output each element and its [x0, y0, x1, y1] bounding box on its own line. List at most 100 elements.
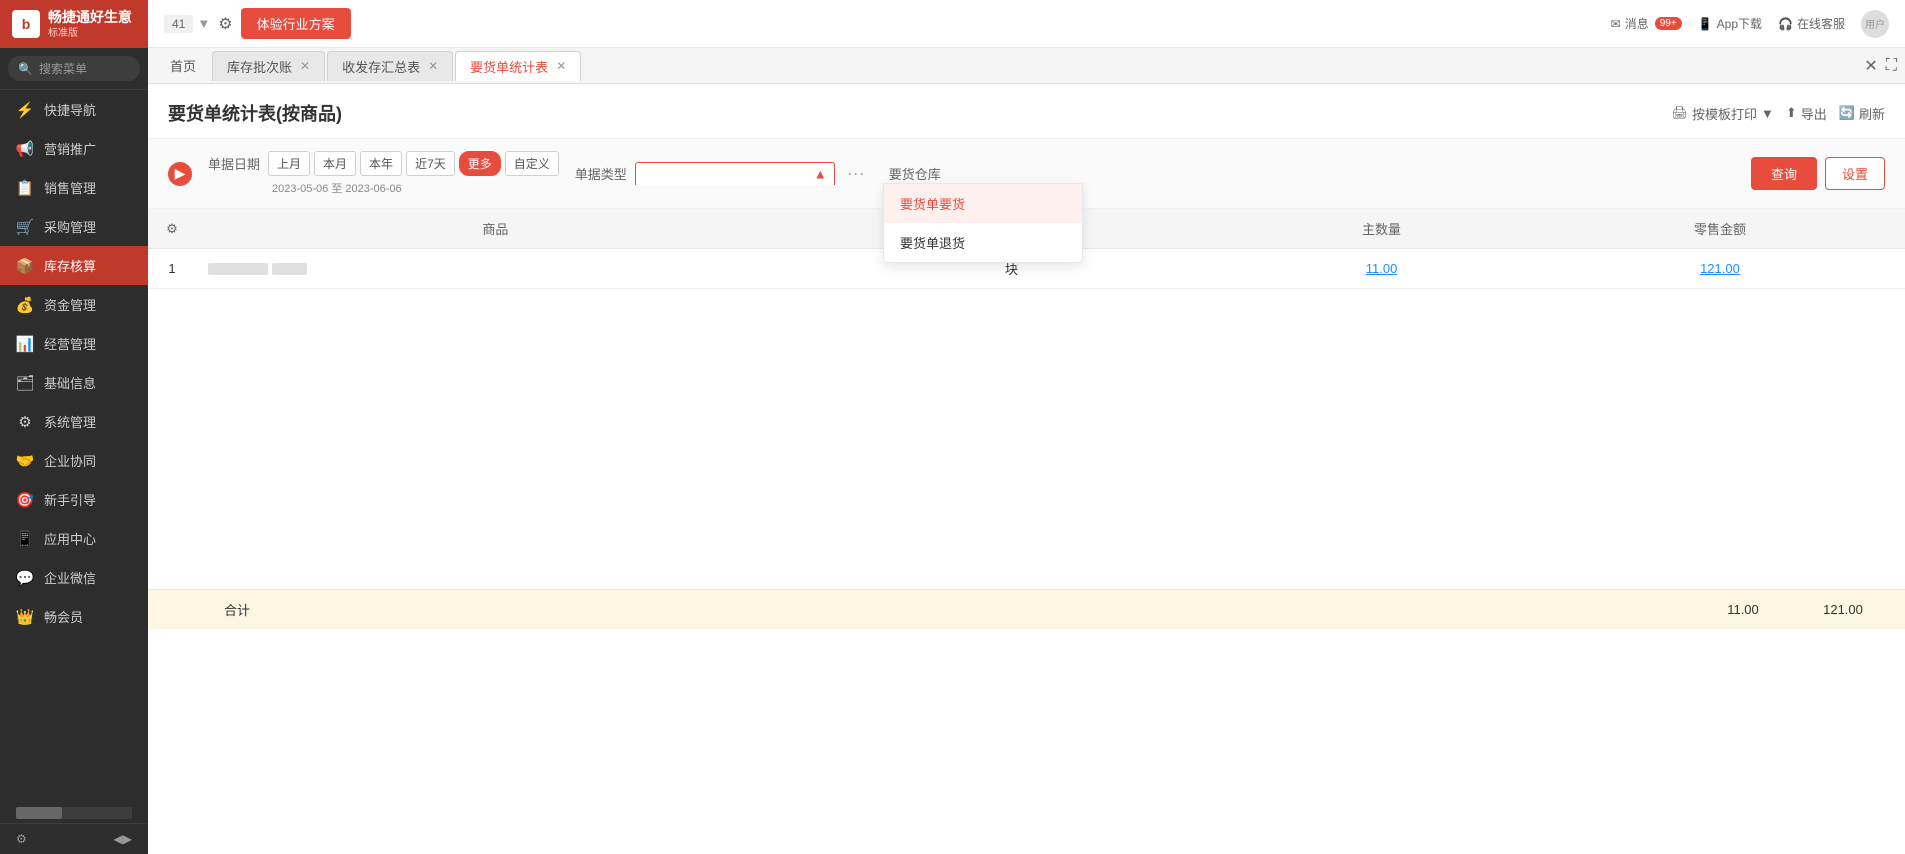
chevron-down-icon: ▼ [197, 16, 210, 31]
service-icon: 🎧 [1778, 17, 1793, 31]
app-download-action[interactable]: 📱 App下载 [1698, 15, 1762, 32]
export-icon: ⬆ [1786, 105, 1797, 121]
sidebar-item-finance[interactable]: 💰 资金管理 [0, 285, 148, 324]
warehouse-input[interactable] [949, 162, 1109, 186]
sidebar-search-btn[interactable]: 🔍 搜索菜单 [8, 56, 140, 81]
query-btn[interactable]: 查询 [1751, 157, 1817, 190]
sidebar-item-sales[interactable]: 📋 销售管理 [0, 168, 148, 207]
sidebar-item-label: 基础信息 [44, 373, 96, 392]
sidebar-item-basic[interactable]: 🗂 基础信息 [0, 363, 148, 402]
online-service-label: 在线客服 [1797, 15, 1845, 32]
print-template-btn[interactable]: 🖨 按模板打印 ▼ [1671, 104, 1773, 123]
app-logo: b [12, 10, 40, 38]
tabbar: 首页 库存批次账 ✕ 收发存汇总表 ✕ 要货单统计表 ✕ ✕ ⛶ [148, 48, 1905, 84]
sidebar-item-marketing[interactable]: 📢 营销推广 [0, 129, 148, 168]
enterprise-icon: 🤝 [16, 452, 34, 470]
type-more-icon[interactable]: ··· [847, 163, 865, 184]
sidebar-item-wechat[interactable]: 💬 企业微信 [0, 558, 148, 597]
industry-btn[interactable]: 体验行业方案 [241, 8, 351, 39]
tab-inventory-batch[interactable]: 库存批次账 ✕ [212, 51, 325, 81]
type-filter-group: 单据类型 ▲ ··· [575, 162, 865, 185]
online-service-action[interactable]: 🎧 在线客服 [1778, 15, 1845, 32]
tab-recv-summary-label: 收发存汇总表 [342, 57, 420, 76]
date-btn-this-month[interactable]: 本月 [314, 151, 356, 176]
type-label: 单据类型 [575, 164, 627, 183]
refresh-label: 刷新 [1859, 104, 1885, 123]
date-btn-this-year[interactable]: 本年 [360, 151, 402, 176]
search-icon: 🔍 [18, 62, 33, 76]
tab-recv-summary[interactable]: 收发存汇总表 ✕ [327, 51, 453, 81]
message-icon: ✉ [1611, 17, 1621, 31]
export-btn[interactable]: ⬆ 导出 [1786, 104, 1827, 123]
sidebar-item-member[interactable]: 👑 畅会员 [0, 597, 148, 636]
messages-badge: 99+ [1655, 17, 1682, 30]
sidebar-item-quick-nav[interactable]: ⚡ 快捷导航 [0, 90, 148, 129]
collapse-icon[interactable]: ◀▶ [114, 832, 132, 846]
guide-icon: 🎯 [16, 491, 34, 509]
sidebar-item-system[interactable]: ⚙ 系统管理 [0, 402, 148, 441]
type-input[interactable] [635, 162, 835, 185]
sidebar-item-appstore[interactable]: 📱 应用中心 [0, 519, 148, 558]
tab-order-stats[interactable]: 要货单统计表 ✕ [455, 51, 581, 81]
sidebar-item-label: 畅会员 [44, 607, 83, 626]
print-label: 按模板打印 [1692, 104, 1757, 123]
sidebar-item-guide[interactable]: 🎯 新手引导 [0, 480, 148, 519]
tab-inventory-batch-label: 库存批次账 [227, 57, 292, 76]
tab-close-btn[interactable]: ✕ [1864, 56, 1877, 76]
col-settings-icon[interactable]: ⚙ [166, 221, 178, 236]
tab-expand-btn[interactable]: ⛶ [1886, 56, 1897, 76]
topbar-settings-icon[interactable]: ⚙ [218, 14, 232, 34]
topbar-left: 41 ▼ ⚙ 体验行业方案 [164, 8, 1599, 39]
sidebar-item-label: 营销推广 [44, 139, 96, 158]
sidebar-item-label: 企业微信 [44, 568, 96, 587]
refresh-btn[interactable]: 🔄 刷新 [1839, 104, 1885, 123]
print-icon: 🖨 [1671, 105, 1688, 121]
date-btn-custom[interactable]: 自定义 [505, 151, 559, 176]
col-settings[interactable]: ⚙ [148, 209, 196, 249]
col-product: 商品 [196, 209, 795, 249]
quick-nav-icon: ⚡ [16, 101, 34, 119]
sidebar-search-container[interactable]: 🔍 搜索菜单 [0, 48, 148, 90]
tab-order-stats-close[interactable]: ✕ [556, 59, 566, 73]
tab-inventory-batch-close[interactable]: ✕ [300, 59, 310, 73]
col-qty: 主数量 [1228, 209, 1535, 249]
sidebar-item-label: 经营管理 [44, 334, 96, 353]
settings-btn[interactable]: 设置 [1825, 157, 1885, 190]
app-title: 畅捷通好生意 标准版 [48, 8, 132, 39]
date-btn-7days[interactable]: 近7天 [406, 151, 455, 176]
date-label: 单据日期 [208, 154, 260, 173]
settings-icon[interactable]: ⚙ [16, 832, 27, 846]
appstore-icon: 📱 [16, 530, 34, 548]
cell-product [196, 249, 795, 289]
sidebar-item-label: 销售管理 [44, 178, 96, 197]
date-shortcuts: 上月 本月 本年 近7天 更多 自定义 [268, 151, 559, 176]
sidebar-item-inventory[interactable]: 📦 库存核算 [0, 246, 148, 285]
filter-expand-btn[interactable]: ▶ [168, 162, 192, 186]
dropdown-item-order-return[interactable]: 要货单退货 [884, 223, 1082, 262]
sidebar-item-label: 采购管理 [44, 217, 96, 236]
tab-home[interactable]: 首页 [156, 51, 210, 81]
sidebar-item-operation[interactable]: 📊 经营管理 [0, 324, 148, 363]
page-header: 要货单统计表(按商品) 🖨 按模板打印 ▼ ⬆ 导出 🔄 刷新 [148, 84, 1905, 139]
basic-icon: 🗂 [16, 374, 34, 392]
wechat-icon: 💬 [16, 569, 34, 587]
date-btn-more[interactable]: 更多 [459, 151, 501, 176]
sidebar-item-purchase[interactable]: 🛒 采购管理 [0, 207, 148, 246]
print-expand-icon: ▼ [1761, 106, 1774, 121]
sidebar-item-enterprise[interactable]: 🤝 企业协同 [0, 441, 148, 480]
sidebar: b 畅捷通好生意 标准版 🔍 搜索菜单 ⚡ 快捷导航 📢 营销推广 📋 销售管理… [0, 0, 148, 854]
system-icon: ⚙ [16, 413, 34, 431]
sidebar-scrollbar[interactable] [16, 807, 132, 819]
date-btn-last-month[interactable]: 上月 [268, 151, 310, 176]
tab-recv-summary-close[interactable]: ✕ [428, 59, 438, 73]
topbar-right: ✉ 消息 99+ 📱 App下载 🎧 在线客服 用户 [1611, 10, 1889, 38]
tab-home-label: 首页 [170, 56, 196, 75]
user-avatar[interactable]: 用户 [1861, 10, 1889, 38]
messages-action[interactable]: ✉ 消息 99+ [1611, 15, 1682, 32]
sidebar-item-label: 资金管理 [44, 295, 96, 314]
sidebar-item-label: 企业协同 [44, 451, 96, 470]
filter-bar: ▶ 单据日期 上月 本月 本年 近7天 更多 自定义 2023-05-06 至 … [148, 139, 1905, 209]
col-amount: 零售金额 [1535, 209, 1905, 249]
store-selector[interactable]: 41 ▼ [164, 15, 210, 33]
dropdown-item-order-purchase[interactable]: 要货单要货 [884, 184, 1082, 223]
